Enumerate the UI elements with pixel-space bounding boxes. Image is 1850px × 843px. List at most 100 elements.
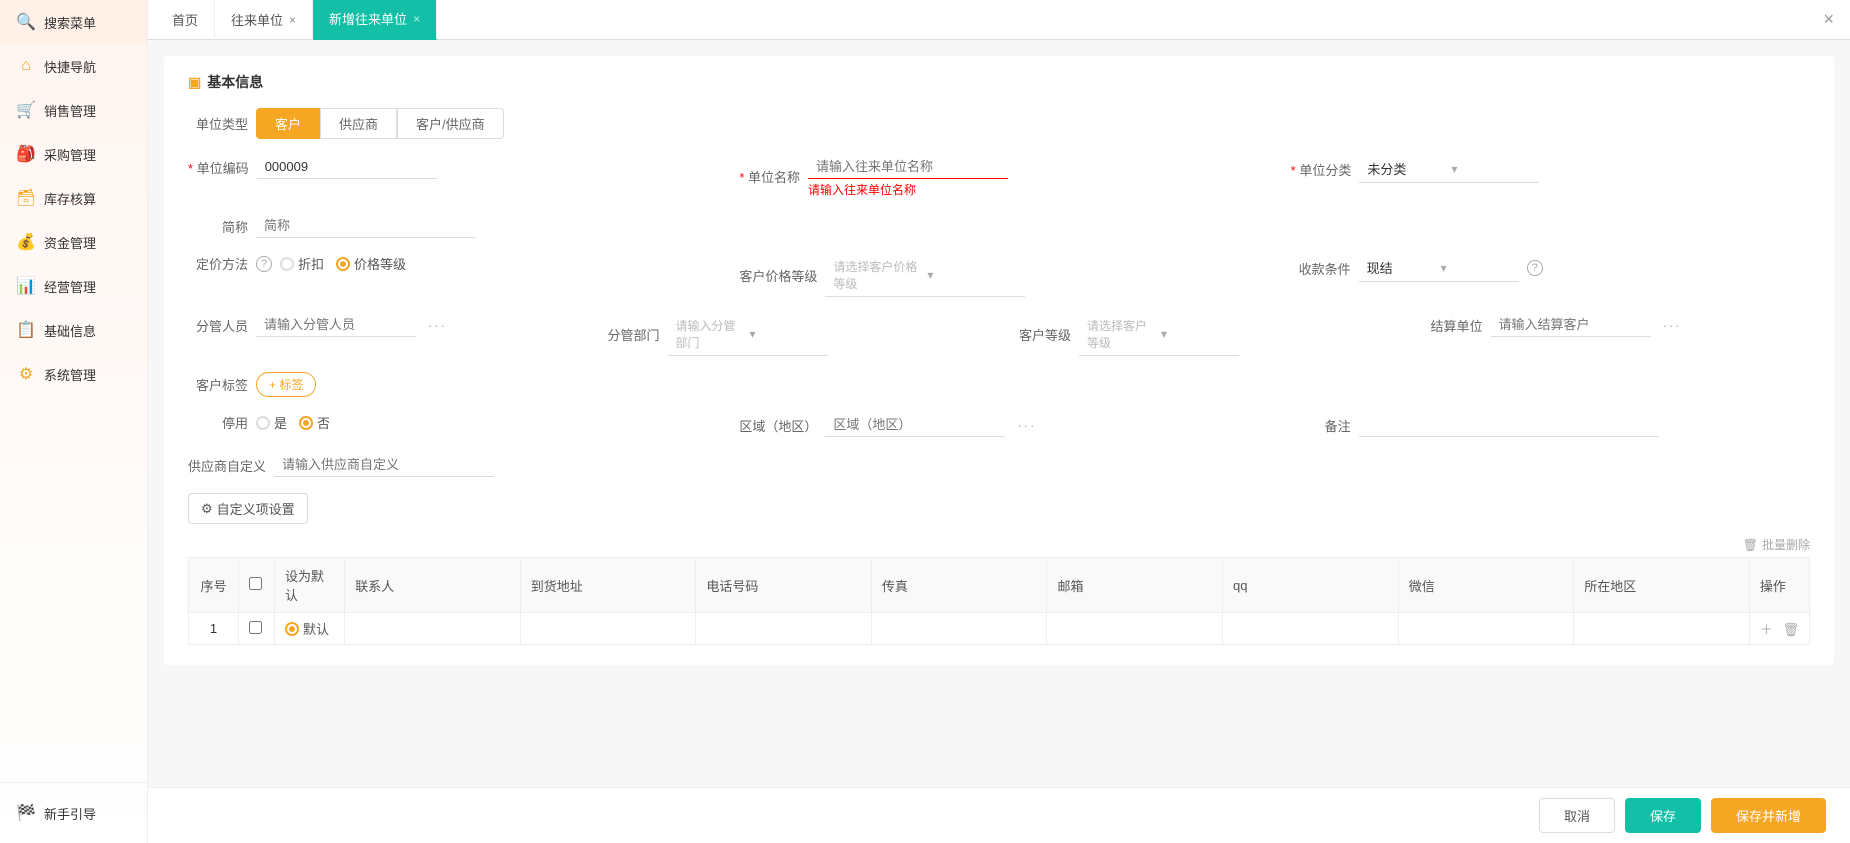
supplier-custom-row: 供应商自定义: [188, 453, 1810, 477]
purchase-icon: 🎒: [16, 144, 36, 164]
sidebar-item-search[interactable]: 🔍 搜索菜单: [0, 0, 147, 44]
payment-terms-help[interactable]: ?: [1527, 260, 1543, 276]
disabled-no-radio[interactable]: 否: [299, 413, 330, 432]
qq-input[interactable]: [1233, 621, 1388, 636]
disabled-yes-radio[interactable]: 是: [256, 413, 287, 432]
short-name-label: 简称: [188, 217, 248, 236]
col-wechat: 微信: [1398, 558, 1574, 613]
sidebar-item-quicknav[interactable]: ⌂ 快捷导航: [0, 44, 147, 88]
row-qq[interactable]: [1222, 613, 1398, 645]
supplier-custom-input[interactable]: [274, 453, 494, 477]
payment-terms-select[interactable]: 现结 ▾: [1359, 254, 1519, 282]
unit-btn-supplier[interactable]: 供应商: [320, 108, 397, 139]
short-name-row: 简称: [188, 214, 1810, 238]
disabled-yes-label: 是: [274, 413, 287, 432]
unit-code-input[interactable]: [257, 155, 437, 179]
guide-icon: 🏁: [16, 803, 36, 823]
dept-placeholder: 请输入分管部门: [676, 317, 746, 351]
row-address[interactable]: [520, 613, 696, 645]
sidebar-item-sales[interactable]: 🛒 销售管理: [0, 88, 147, 132]
sidebar-item-purchase[interactable]: 🎒 采购管理: [0, 132, 147, 176]
unit-code-group: 单位编码: [188, 155, 707, 179]
sidebar-item-operations[interactable]: 📊 经营管理: [0, 264, 147, 308]
tab-partner-close[interactable]: ×: [289, 13, 296, 27]
settlement-input[interactable]: [1491, 313, 1651, 337]
pricing-level-radio[interactable]: 价格等级: [336, 254, 406, 273]
save-new-button[interactable]: 保存并新增: [1711, 798, 1826, 833]
add-tag-button[interactable]: + 标签: [256, 372, 316, 397]
fax-input[interactable]: [882, 621, 1037, 636]
pricing-discount-radio[interactable]: 折扣: [280, 254, 324, 273]
contact-table: 序号 设为默认 联系人 到货地址 电话号码 传真 邮箱 qq 微信 所在地区 操…: [188, 557, 1810, 645]
tab-new-partner-close[interactable]: ×: [413, 12, 420, 26]
tab-home[interactable]: 首页: [156, 0, 215, 40]
disabled-yes-circle: [256, 416, 270, 430]
row-check[interactable]: [239, 613, 275, 645]
row-checkbox[interactable]: [249, 621, 262, 634]
unit-btn-both[interactable]: 客户/供应商: [397, 108, 504, 139]
unit-name-input[interactable]: [808, 155, 1008, 179]
region-more[interactable]: ···: [1013, 418, 1040, 433]
remark-input[interactable]: [1359, 413, 1659, 437]
row-default-radio[interactable]: 默认: [285, 619, 334, 638]
customer-price-arrow: ▾: [927, 268, 1017, 282]
row-phone[interactable]: [696, 613, 872, 645]
unit-name-group: 单位名称 请输入往来单位名称: [739, 155, 1258, 198]
close-all-tabs[interactable]: ×: [1815, 5, 1842, 34]
col-default: 设为默认: [275, 558, 345, 613]
sidebar-item-basic[interactable]: 📋 基础信息: [0, 308, 147, 352]
delete-row-btn[interactable]: 🗑: [1782, 622, 1799, 637]
unit-name-label: 单位名称: [739, 167, 800, 186]
sidebar-item-label: 快捷导航: [44, 57, 96, 76]
sidebar-item-system[interactable]: ⚙ 系统管理: [0, 352, 147, 396]
col-address: 到货地址: [520, 558, 696, 613]
settlement-more[interactable]: ···: [1659, 318, 1686, 333]
contact-input[interactable]: [355, 621, 510, 636]
pricing-radio-group: 折扣 价格等级: [280, 254, 406, 273]
save-button[interactable]: 保存: [1625, 798, 1701, 833]
sidebar-item-guide[interactable]: 🏁 新手引导: [0, 791, 147, 835]
customer-level-select[interactable]: 请选择客户等级 ▾: [1079, 313, 1239, 356]
add-row-btn[interactable]: ＋: [1760, 622, 1773, 637]
col-contact: 联系人: [345, 558, 521, 613]
manager-input[interactable]: [256, 313, 416, 337]
dept-select[interactable]: 请输入分管部门 ▾: [668, 313, 828, 356]
manager-group: 分管人员 ···: [188, 313, 576, 337]
row-email[interactable]: [1047, 613, 1223, 645]
row-contact[interactable]: [345, 613, 521, 645]
custom-settings-button[interactable]: ⚙ 自定义项设置: [188, 493, 308, 524]
system-icon: ⚙: [16, 364, 36, 384]
row-wechat[interactable]: [1398, 613, 1574, 645]
tab-new-partner[interactable]: 新增往来单位 ×: [313, 0, 437, 40]
select-all-checkbox[interactable]: [249, 577, 262, 590]
email-input[interactable]: [1057, 621, 1212, 636]
sidebar-item-finance[interactable]: 💰 资金管理: [0, 220, 147, 264]
pricing-help-icon[interactable]: ?: [256, 256, 272, 272]
settlement-label: 结算单位: [1423, 316, 1483, 335]
sidebar-item-label: 资金管理: [44, 233, 96, 252]
tab-partner[interactable]: 往来单位 ×: [215, 0, 313, 40]
manager-label: 分管人员: [188, 316, 248, 335]
add-tag-label: + 标签: [269, 376, 303, 393]
unit-category-select[interactable]: 未分类 ▾: [1359, 155, 1539, 183]
col-action: 操作: [1749, 558, 1809, 613]
short-name-input[interactable]: [256, 214, 476, 238]
sidebar-item-inventory[interactable]: 🗃 库存核算: [0, 176, 147, 220]
tab-home-label: 首页: [172, 10, 198, 29]
address-input[interactable]: [531, 621, 686, 636]
cancel-button[interactable]: 取消: [1539, 798, 1615, 833]
disabled-region-row: 停用 是 否 区域（地区） ···: [188, 413, 1810, 437]
row-fax[interactable]: [871, 613, 1047, 645]
row-region-input[interactable]: [1584, 621, 1739, 636]
phone-input[interactable]: [706, 621, 861, 636]
region-input[interactable]: [825, 413, 1005, 437]
batch-delete-btn[interactable]: 🗑 批量删除: [188, 536, 1810, 553]
row-region[interactable]: [1574, 613, 1750, 645]
manager-more[interactable]: ···: [424, 318, 451, 333]
disabled-radio-group: 是 否: [256, 413, 330, 432]
custom-settings-label: 自定义项设置: [217, 499, 295, 518]
wechat-input[interactable]: [1409, 621, 1564, 636]
customer-level-group: 客户等级 请选择客户等级 ▾: [1011, 313, 1399, 356]
customer-price-select[interactable]: 请选择客户价格等级 ▾: [825, 254, 1025, 297]
unit-btn-customer[interactable]: 客户: [256, 108, 320, 139]
